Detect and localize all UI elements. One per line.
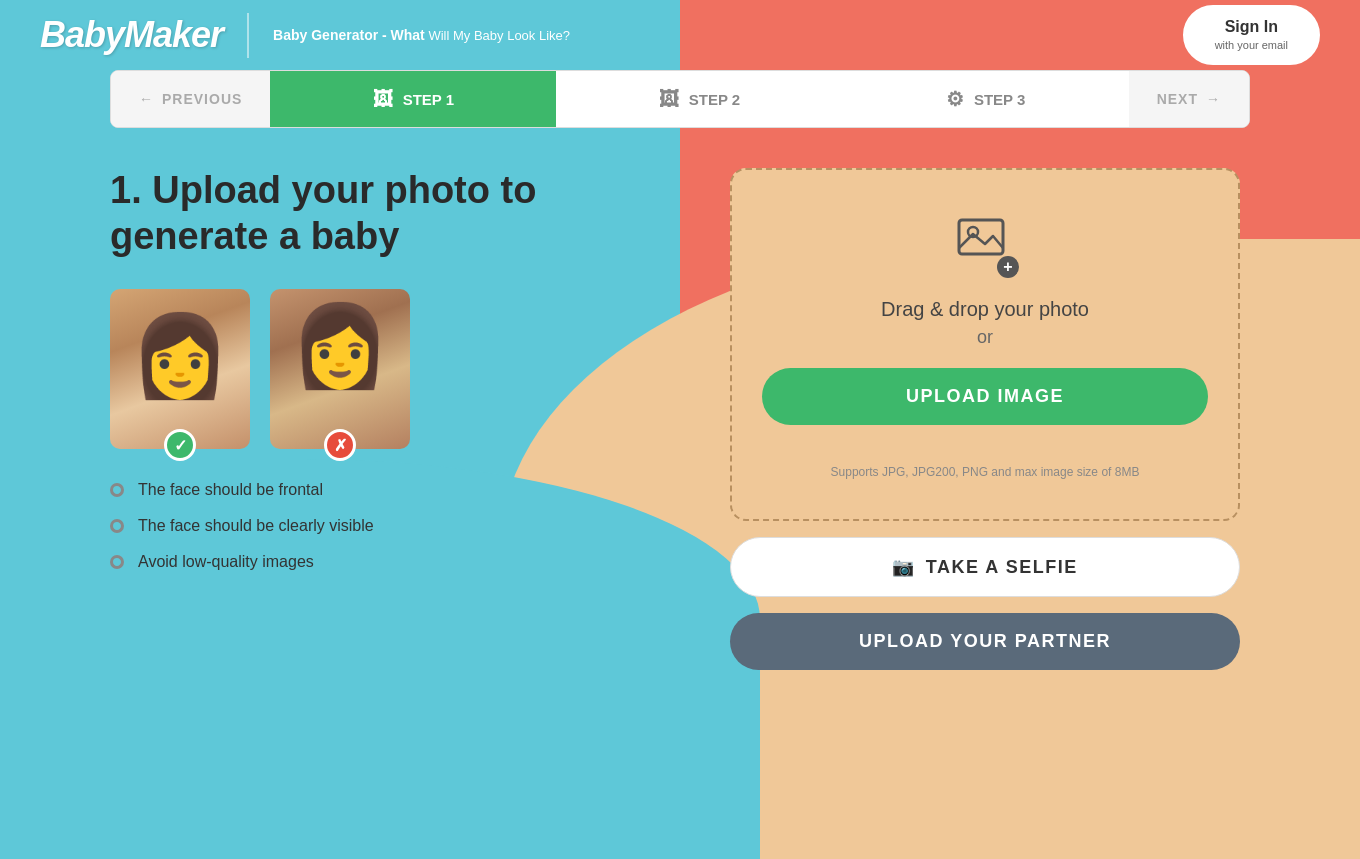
bad-photo-image (270, 289, 410, 449)
upload-plus-icon: + (997, 256, 1019, 278)
next-button[interactable]: NEXT → (1129, 71, 1249, 127)
subtitle-line2: Will My Baby Look Like? (428, 28, 570, 43)
good-photo-image (110, 289, 250, 449)
upload-image-button[interactable]: UPLOAD IMAGE (762, 368, 1208, 425)
take-selfie-label: TAKE A SELFIE (926, 557, 1078, 578)
tip-3-text: Avoid low-quality images (138, 553, 314, 571)
subtitle-line1: Baby Generator - What (273, 27, 425, 43)
camera-icon: 📷 (892, 556, 916, 578)
tip-2-text: The face should be clearly visible (138, 517, 374, 535)
left-panel: 1. Upload your photo to generate a baby … (110, 168, 690, 670)
sign-in-label: Sign In (1215, 17, 1288, 38)
tip-dot-icon (110, 555, 124, 569)
tips-list: The face should be frontal The face shou… (110, 481, 690, 571)
drag-drop-text: Drag & drop your photo (762, 298, 1208, 321)
right-arrow-icon: → (1206, 91, 1221, 107)
step-3-button[interactable]: ⚙ STEP 3 (843, 71, 1129, 127)
sign-in-sub-label: with your email (1215, 38, 1288, 52)
step-1-button[interactable]: 🖼 STEP 1 (270, 71, 556, 127)
title-line1: 1. Upload your photo to (110, 169, 536, 211)
upload-dropzone[interactable]: + Drag & drop your photo or UPLOAD IMAGE… (730, 168, 1240, 521)
tip-dot-icon (110, 483, 124, 497)
upload-partner-button[interactable]: UPLOAD YOUR PARTNER (730, 613, 1240, 670)
right-panel: + Drag & drop your photo or UPLOAD IMAGE… (730, 168, 1240, 670)
upload-partner-label: UPLOAD YOUR PARTNER (859, 631, 1111, 652)
previous-button[interactable]: ← PREVIOUS (111, 71, 270, 127)
previous-label: PREVIOUS (162, 91, 242, 107)
good-badge: ✓ (164, 429, 196, 461)
list-item: The face should be frontal (110, 481, 690, 499)
header-subtitle: Baby Generator - What Will My Baby Look … (273, 25, 570, 46)
image-icon: 🖼 (373, 88, 393, 111)
title-line2: generate a baby (110, 215, 399, 257)
svg-rect-0 (959, 220, 1003, 254)
gear-icon: ⚙ (946, 87, 964, 111)
header: BabyMaker Baby Generator - What Will My … (0, 0, 1360, 70)
stepper: ← PREVIOUS 🖼 STEP 1 🖼 STEP 2 ⚙ STEP 3 NE… (110, 70, 1250, 128)
take-selfie-button[interactable]: 📷 TAKE A SELFIE (730, 537, 1240, 597)
logo-divider (247, 13, 249, 58)
step-2-button[interactable]: 🖼 STEP 2 (556, 71, 842, 127)
photo-examples: ✓ ✗ (110, 289, 690, 449)
step-1-label: STEP 1 (403, 91, 454, 108)
list-item: The face should be clearly visible (110, 517, 690, 535)
or-text: or (762, 327, 1208, 348)
tip-dot-icon (110, 519, 124, 533)
photo-bad-example: ✗ (270, 289, 410, 449)
upload-icon-wrap: + (955, 210, 1015, 274)
step-2-label: STEP 2 (689, 91, 740, 108)
left-arrow-icon: ← (139, 91, 154, 107)
step-3-label: STEP 3 (974, 91, 1025, 108)
tip-1-text: The face should be frontal (138, 481, 323, 499)
sign-in-button[interactable]: Sign In with your email (1183, 5, 1320, 64)
upload-supports-text: Supports JPG, JPG200, PNG and max image … (762, 465, 1208, 479)
right-buttons: 📷 TAKE A SELFIE UPLOAD YOUR PARTNER (730, 537, 1240, 670)
page-title: 1. Upload your photo to generate a baby (110, 168, 690, 259)
list-item: Avoid low-quality images (110, 553, 690, 571)
image-icon-2: 🖼 (659, 88, 679, 111)
bad-badge: ✗ (324, 429, 356, 461)
main-content: 1. Upload your photo to generate a baby … (0, 128, 1360, 670)
next-label: NEXT (1157, 91, 1198, 107)
photo-good-example: ✓ (110, 289, 250, 449)
logo: BabyMaker (40, 14, 223, 56)
